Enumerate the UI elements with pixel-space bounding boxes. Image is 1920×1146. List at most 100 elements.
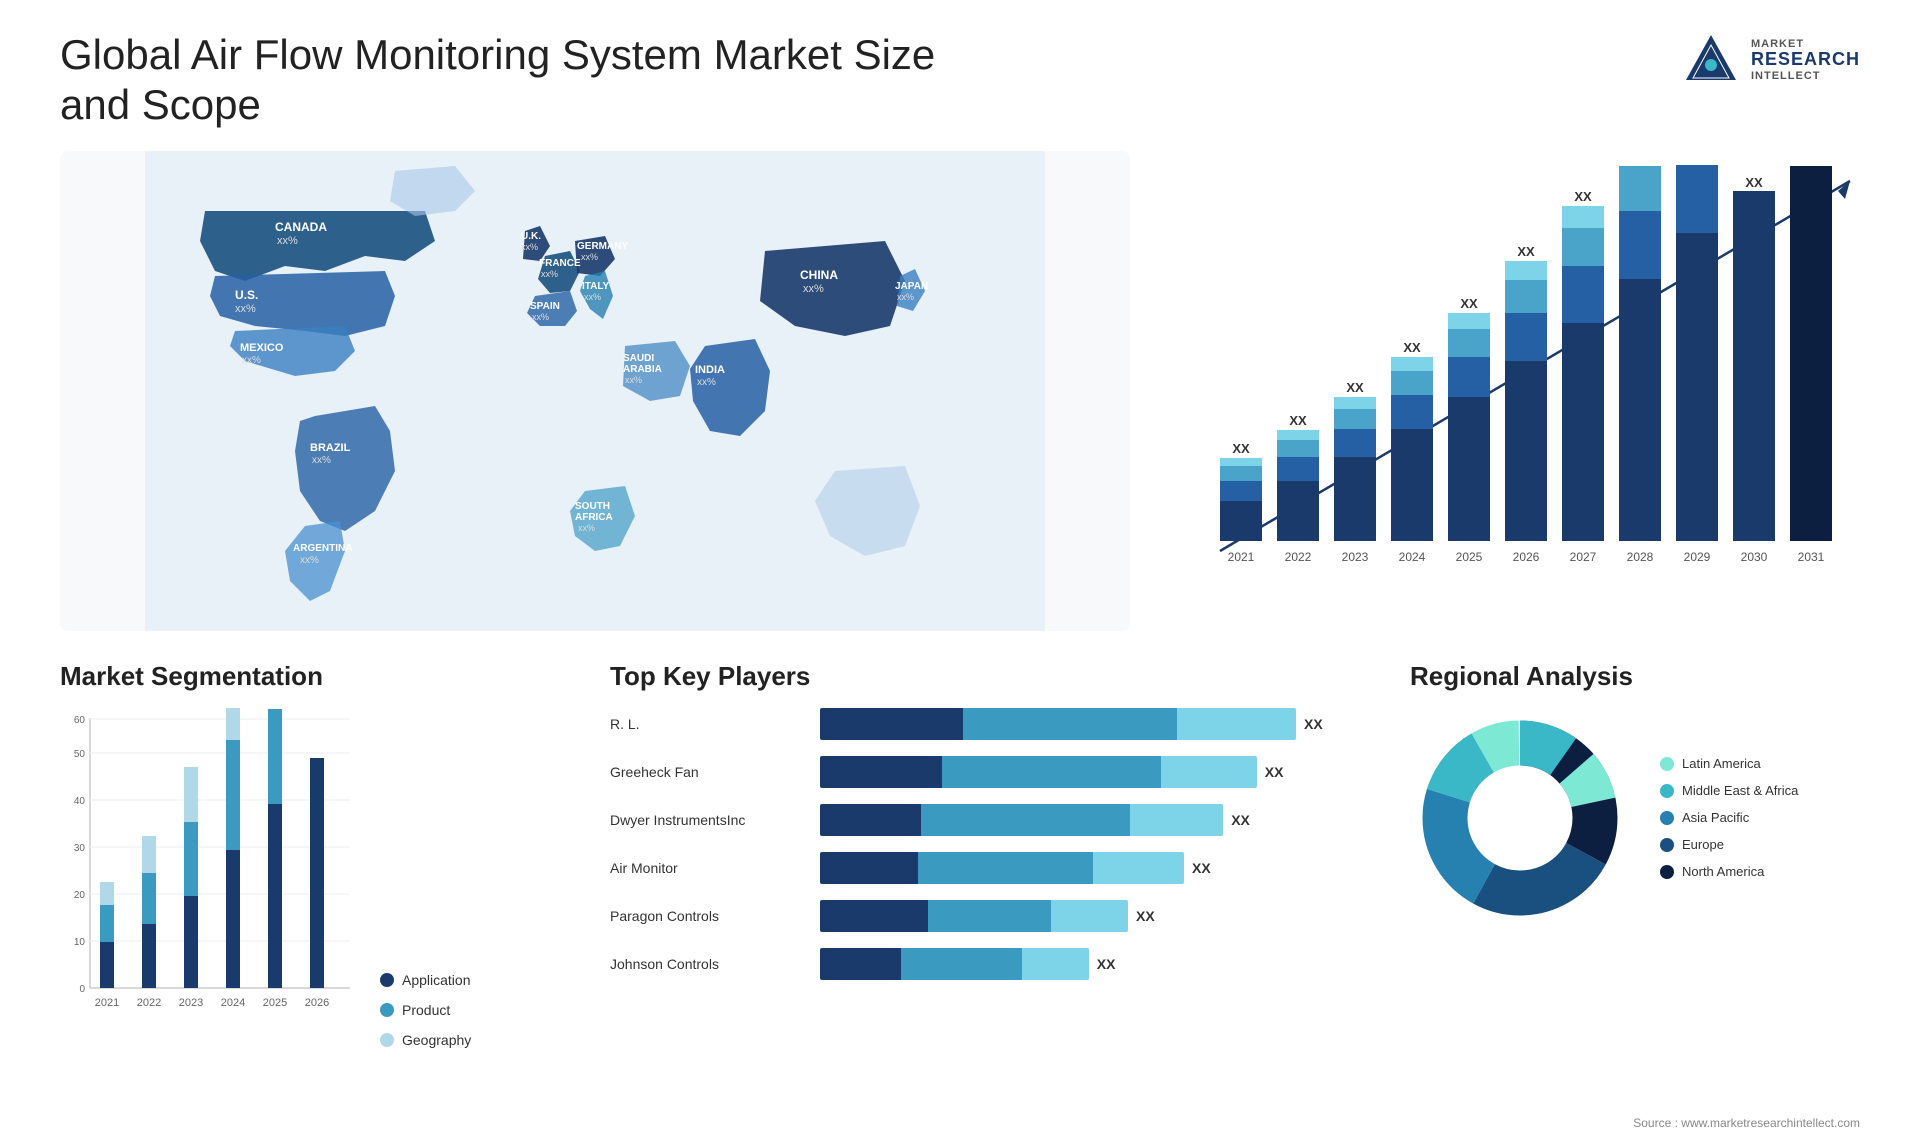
svg-text:XX: XX xyxy=(1631,161,1649,164)
player-bar-rl xyxy=(820,708,1296,740)
svg-text:xx%: xx% xyxy=(312,455,331,466)
segmentation-title: Market Segmentation xyxy=(60,661,580,692)
regional-dot-northamerica xyxy=(1660,865,1674,879)
bottom-row: Market Segmentation 0 10 20 30 40 xyxy=(60,661,1860,1081)
svg-text:JAPAN: JAPAN xyxy=(895,281,928,292)
svg-text:CHINA: CHINA xyxy=(800,268,838,282)
header: Global Air Flow Monitoring System Market… xyxy=(60,30,1860,131)
player-bar-johnson xyxy=(820,948,1089,980)
regional-legend-apac: Asia Pacific xyxy=(1660,810,1798,825)
regional-label-apac: Asia Pacific xyxy=(1682,810,1749,825)
player-row-paragon: Paragon Controls XX xyxy=(610,900,1380,932)
svg-text:2023: 2023 xyxy=(1342,550,1369,564)
svg-text:xx%: xx% xyxy=(242,355,261,366)
svg-text:50: 50 xyxy=(74,749,86,760)
svg-text:2030: 2030 xyxy=(1741,550,1768,564)
player-row-dwyer: Dwyer InstrumentsInc XX xyxy=(610,804,1380,836)
regional-section: Regional Analysis xyxy=(1410,661,1860,1081)
player-bar-container-airmonitor: XX xyxy=(820,852,1380,884)
player-bar-seg2 xyxy=(928,900,1051,932)
segmentation-section: Market Segmentation 0 10 20 30 40 xyxy=(60,661,580,1081)
svg-text:SPAIN: SPAIN xyxy=(530,301,560,312)
regional-title: Regional Analysis xyxy=(1410,661,1860,692)
player-bar-seg3 xyxy=(1051,900,1128,932)
svg-text:0: 0 xyxy=(79,984,85,995)
svg-text:xx%: xx% xyxy=(897,292,914,302)
svg-text:2021: 2021 xyxy=(1228,550,1255,564)
svg-text:xx%: xx% xyxy=(578,523,595,533)
player-bar-seg2 xyxy=(901,948,1022,980)
player-bar-seg3 xyxy=(1177,708,1296,740)
svg-text:SAUDI: SAUDI xyxy=(623,353,654,364)
player-bar-seg1 xyxy=(820,708,963,740)
regional-label-latin: Latin America xyxy=(1682,756,1761,771)
svg-text:XX: XX xyxy=(1745,175,1763,190)
svg-text:10: 10 xyxy=(74,937,86,948)
logo-area: MARKET RESEARCH INTELLECT xyxy=(1681,30,1860,90)
svg-text:XX: XX xyxy=(1232,441,1250,456)
svg-text:2031: 2031 xyxy=(1798,550,1825,564)
svg-text:xx%: xx% xyxy=(521,242,538,252)
svg-text:xx%: xx% xyxy=(300,555,319,566)
regional-dot-latin xyxy=(1660,757,1674,771)
growth-chart-svg: XX 2021 XX 2022 XX 2023 xyxy=(1200,161,1880,621)
logo-line3: INTELLECT xyxy=(1751,70,1860,82)
bar-chart-section: XX 2021 XX 2022 XX 2023 xyxy=(1160,151,1860,631)
svg-text:GERMANY: GERMANY xyxy=(577,241,628,252)
player-name-airmonitor: Air Monitor xyxy=(610,860,810,876)
svg-text:xx%: xx% xyxy=(625,375,642,385)
svg-text:XX: XX xyxy=(1574,189,1592,204)
player-row-greeheck: Greeheck Fan XX xyxy=(610,756,1380,788)
player-bar-seg3 xyxy=(1130,804,1223,836)
logo-line2: RESEARCH xyxy=(1751,50,1860,70)
player-bar-seg3 xyxy=(1161,756,1257,788)
regional-label-mea: Middle East & Africa xyxy=(1682,783,1798,798)
player-bar-seg1 xyxy=(820,852,918,884)
svg-text:XX: XX xyxy=(1802,161,1820,164)
svg-text:40: 40 xyxy=(74,796,86,807)
player-bar-seg3 xyxy=(1093,852,1184,884)
segmentation-chart-svg: 0 10 20 30 40 50 60 xyxy=(60,708,360,1048)
regional-dot-apac xyxy=(1660,811,1674,825)
svg-text:xx%: xx% xyxy=(581,252,598,262)
player-bar-seg2 xyxy=(921,804,1131,836)
player-bar-paragon xyxy=(820,900,1128,932)
legend-dot-application xyxy=(380,973,394,987)
player-bar-seg1 xyxy=(820,804,921,836)
svg-text:xx%: xx% xyxy=(541,269,558,279)
player-bar-greeheck xyxy=(820,756,1257,788)
player-name-johnson: Johnson Controls xyxy=(610,956,810,972)
svg-text:30: 30 xyxy=(74,843,86,854)
map-section: CANADA xx% U.S. xx% MEXICO xx% BRAZIL xx… xyxy=(60,151,1130,631)
world-map-svg: CANADA xx% U.S. xx% MEXICO xx% BRAZIL xx… xyxy=(60,151,1130,631)
svg-text:2028: 2028 xyxy=(1627,550,1654,564)
player-name-paragon: Paragon Controls xyxy=(610,908,810,924)
svg-text:MEXICO: MEXICO xyxy=(240,342,284,354)
regional-legend: Latin America Middle East & Africa Asia … xyxy=(1660,756,1798,879)
player-bar-seg1 xyxy=(820,900,928,932)
players-section: Top Key Players R. L. XX Greeheck Fan xyxy=(610,661,1380,1081)
player-bar-seg2 xyxy=(918,852,1093,884)
source-text: Source : www.marketresearchintellect.com xyxy=(1633,1116,1860,1130)
svg-text:2021: 2021 xyxy=(95,997,119,1009)
regional-dot-mea xyxy=(1660,784,1674,798)
svg-text:xx%: xx% xyxy=(235,303,256,315)
svg-text:2024: 2024 xyxy=(1399,550,1426,564)
svg-text:ITALY: ITALY xyxy=(582,281,610,292)
svg-text:AFRICA: AFRICA xyxy=(575,512,613,523)
player-bar-container-johnson: XX xyxy=(820,948,1380,980)
svg-text:XX: XX xyxy=(1289,413,1307,428)
svg-text:XX: XX xyxy=(1403,340,1421,355)
player-bar-container-greeheck: XX xyxy=(820,756,1380,788)
svg-text:2025: 2025 xyxy=(263,997,287,1009)
svg-text:60: 60 xyxy=(74,715,86,726)
player-value-johnson: XX xyxy=(1097,948,1116,980)
players-list: R. L. XX Greeheck Fan xyxy=(610,708,1380,980)
svg-text:2025: 2025 xyxy=(1456,550,1483,564)
logo-text: MARKET RESEARCH INTELLECT xyxy=(1751,38,1860,82)
seg-content: 0 10 20 30 40 50 60 xyxy=(60,708,580,1048)
legend-item-geography: Geography xyxy=(380,1032,471,1048)
page-title: Global Air Flow Monitoring System Market… xyxy=(60,30,960,131)
svg-text:XX: XX xyxy=(1460,296,1478,311)
player-bar-seg1 xyxy=(820,948,901,980)
